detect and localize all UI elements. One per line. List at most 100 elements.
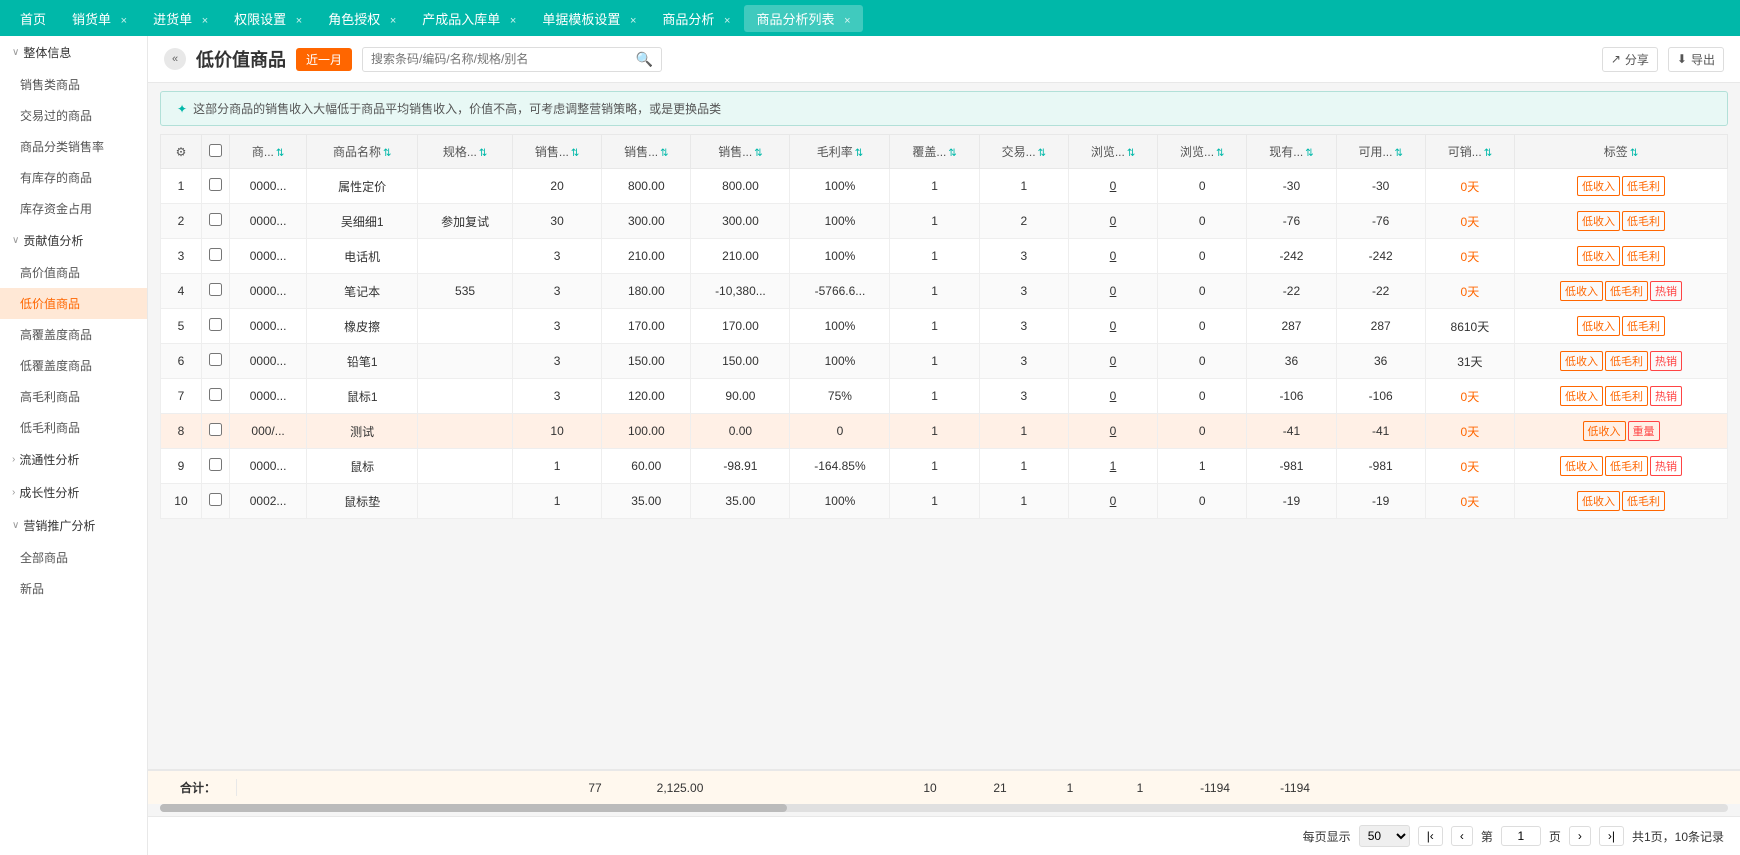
browse-link[interactable]: 0 xyxy=(1110,249,1117,263)
sidebar-item-high-value[interactable]: 高价值商品 xyxy=(0,257,147,288)
browse-link[interactable]: 0 xyxy=(1110,214,1117,228)
row-checkbox-cell[interactable] xyxy=(201,379,229,414)
browse-count1[interactable]: 0 xyxy=(1068,239,1157,274)
row-checkbox[interactable] xyxy=(209,458,222,471)
horizontal-scrollbar[interactable] xyxy=(160,804,1728,812)
sidebar-item-high-margin[interactable]: 高毛利商品 xyxy=(0,381,147,412)
nav-product-analysis-list[interactable]: 商品分析列表 × xyxy=(744,5,862,32)
share-button[interactable]: ↗ 分享 xyxy=(1602,47,1658,72)
close-icon[interactable]: × xyxy=(630,15,636,27)
close-icon[interactable]: × xyxy=(510,15,516,27)
sidebar-collapse-button[interactable]: « xyxy=(164,48,186,70)
row-checkbox-cell[interactable] xyxy=(201,414,229,449)
row-checkbox-cell[interactable] xyxy=(201,169,229,204)
row-checkbox[interactable] xyxy=(209,423,222,436)
browse-count1[interactable]: 0 xyxy=(1068,484,1157,519)
row-checkbox[interactable] xyxy=(209,178,222,191)
nav-role-auth[interactable]: 角色授权 × xyxy=(316,5,408,32)
sales-amount: 60.00 xyxy=(602,449,691,484)
close-icon[interactable]: × xyxy=(844,15,850,27)
sidebar-group-overall[interactable]: ∨ 整体信息 xyxy=(0,36,147,69)
browse-link[interactable]: 0 xyxy=(1110,389,1117,403)
close-icon[interactable]: × xyxy=(202,15,208,27)
row-checkbox-cell[interactable] xyxy=(201,484,229,519)
sidebar-item-sales-products[interactable]: 销售类商品 xyxy=(0,69,147,100)
sidebar-item-all-products[interactable]: 全部商品 xyxy=(0,542,147,573)
time-filter-button[interactable]: 近一月 xyxy=(296,48,352,71)
browse-count1[interactable]: 0 xyxy=(1068,274,1157,309)
row-checkbox-cell[interactable] xyxy=(201,344,229,379)
browse-link[interactable]: 0 xyxy=(1110,424,1117,438)
row-checkbox[interactable] xyxy=(209,213,222,226)
browse-link[interactable]: 0 xyxy=(1110,494,1117,508)
browse-count1[interactable]: 0 xyxy=(1068,169,1157,204)
browse-link[interactable]: 0 xyxy=(1110,284,1117,298)
browse-count1[interactable]: 0 xyxy=(1068,379,1157,414)
nav-home[interactable]: 首页 xyxy=(8,5,58,32)
row-checkbox-cell[interactable] xyxy=(201,239,229,274)
row-checkbox[interactable] xyxy=(209,493,222,506)
sidebar-item-high-coverage[interactable]: 高覆盖度商品 xyxy=(0,319,147,350)
sidebar-item-low-margin[interactable]: 低毛利商品 xyxy=(0,412,147,443)
row-checkbox[interactable] xyxy=(209,318,222,331)
nav-product-in[interactable]: 产成品入库单 × xyxy=(410,5,528,32)
close-icon[interactable]: × xyxy=(121,15,127,27)
sidebar-group-growth[interactable]: › 成长性分析 xyxy=(0,476,147,509)
row-checkbox[interactable] xyxy=(209,388,222,401)
close-icon[interactable]: × xyxy=(390,15,396,27)
row-checkbox[interactable] xyxy=(209,353,222,366)
nav-purchase-order[interactable]: 进货单 × xyxy=(141,5,220,32)
nav-sales-order[interactable]: 销货单 × xyxy=(60,5,139,32)
product-tag: 低收入 xyxy=(1560,456,1603,476)
browse-link[interactable]: 0 xyxy=(1110,179,1117,193)
next-page-button[interactable]: › xyxy=(1569,826,1591,846)
sidebar-item-inventory-capital[interactable]: 库存资金占用 xyxy=(0,193,147,224)
search-icon: 🔍 xyxy=(636,51,653,68)
product-tag: 低收入 xyxy=(1560,281,1603,301)
sidebar-item-category-sales-rate[interactable]: 商品分类销售率 xyxy=(0,131,147,162)
select-all-checkbox[interactable] xyxy=(209,144,222,157)
browse-count1[interactable]: 0 xyxy=(1068,414,1157,449)
last-page-button[interactable]: ›| xyxy=(1599,826,1624,846)
row-checkbox-cell[interactable] xyxy=(201,204,229,239)
row-checkbox-cell[interactable] xyxy=(201,309,229,344)
gross-margin: 100% xyxy=(790,309,890,344)
search-input[interactable] xyxy=(371,52,636,66)
sidebar-group-marketing[interactable]: ∨ 营销推广分析 xyxy=(0,509,147,542)
sidebar-item-low-value[interactable]: 低价值商品 xyxy=(0,288,147,319)
browse-count1[interactable]: 0 xyxy=(1068,309,1157,344)
browse-count1[interactable]: 0 xyxy=(1068,204,1157,239)
th-checkbox[interactable] xyxy=(201,135,229,169)
browse-link[interactable]: 1 xyxy=(1110,459,1117,473)
close-icon[interactable]: × xyxy=(724,15,730,27)
close-icon[interactable]: × xyxy=(296,15,302,27)
browse-link[interactable]: 0 xyxy=(1110,354,1117,368)
browse-link[interactable]: 0 xyxy=(1110,319,1117,333)
info-text: 这部分商品的销售收入大幅低于商品平均销售收入，价值不高，可考虑调整营销策略，或是… xyxy=(193,100,721,117)
header-actions: ↗ 分享 ⬇ 导出 xyxy=(1602,47,1724,72)
nav-product-analysis[interactable]: 商品分析 × xyxy=(650,5,742,32)
sidebar-item-traded-products[interactable]: 交易过的商品 xyxy=(0,100,147,131)
sidebar-item-low-coverage[interactable]: 低覆盖度商品 xyxy=(0,350,147,381)
th-settings[interactable]: ⚙ xyxy=(161,135,202,169)
page-number-input[interactable] xyxy=(1501,826,1541,846)
row-checkbox[interactable] xyxy=(209,283,222,296)
sidebar-group-liquidity[interactable]: › 流通性分析 xyxy=(0,443,147,476)
scrollbar-thumb[interactable] xyxy=(160,804,787,812)
prev-page-button[interactable]: ‹ xyxy=(1451,826,1473,846)
sidebar-item-stocked-products[interactable]: 有库存的商品 xyxy=(0,162,147,193)
row-checkbox-cell[interactable] xyxy=(201,274,229,309)
nav-template-settings[interactable]: 单据模板设置 × xyxy=(530,5,648,32)
row-checkbox-cell[interactable] xyxy=(201,449,229,484)
nav-permissions[interactable]: 权限设置 × xyxy=(222,5,314,32)
sidebar-item-new-products[interactable]: 新品 xyxy=(0,573,147,604)
browse-count1[interactable]: 1 xyxy=(1068,449,1157,484)
first-page-button[interactable]: |‹ xyxy=(1418,826,1443,846)
sales-gross: 150.00 xyxy=(691,344,790,379)
page-size-select[interactable]: 50 100 200 xyxy=(1359,825,1410,847)
row-checkbox[interactable] xyxy=(209,248,222,261)
browse-count1[interactable]: 0 xyxy=(1068,344,1157,379)
totals-label: 合计： xyxy=(160,779,237,796)
export-button[interactable]: ⬇ 导出 xyxy=(1668,47,1724,72)
sidebar-group-contribution[interactable]: ∨ 贡献值分析 xyxy=(0,224,147,257)
